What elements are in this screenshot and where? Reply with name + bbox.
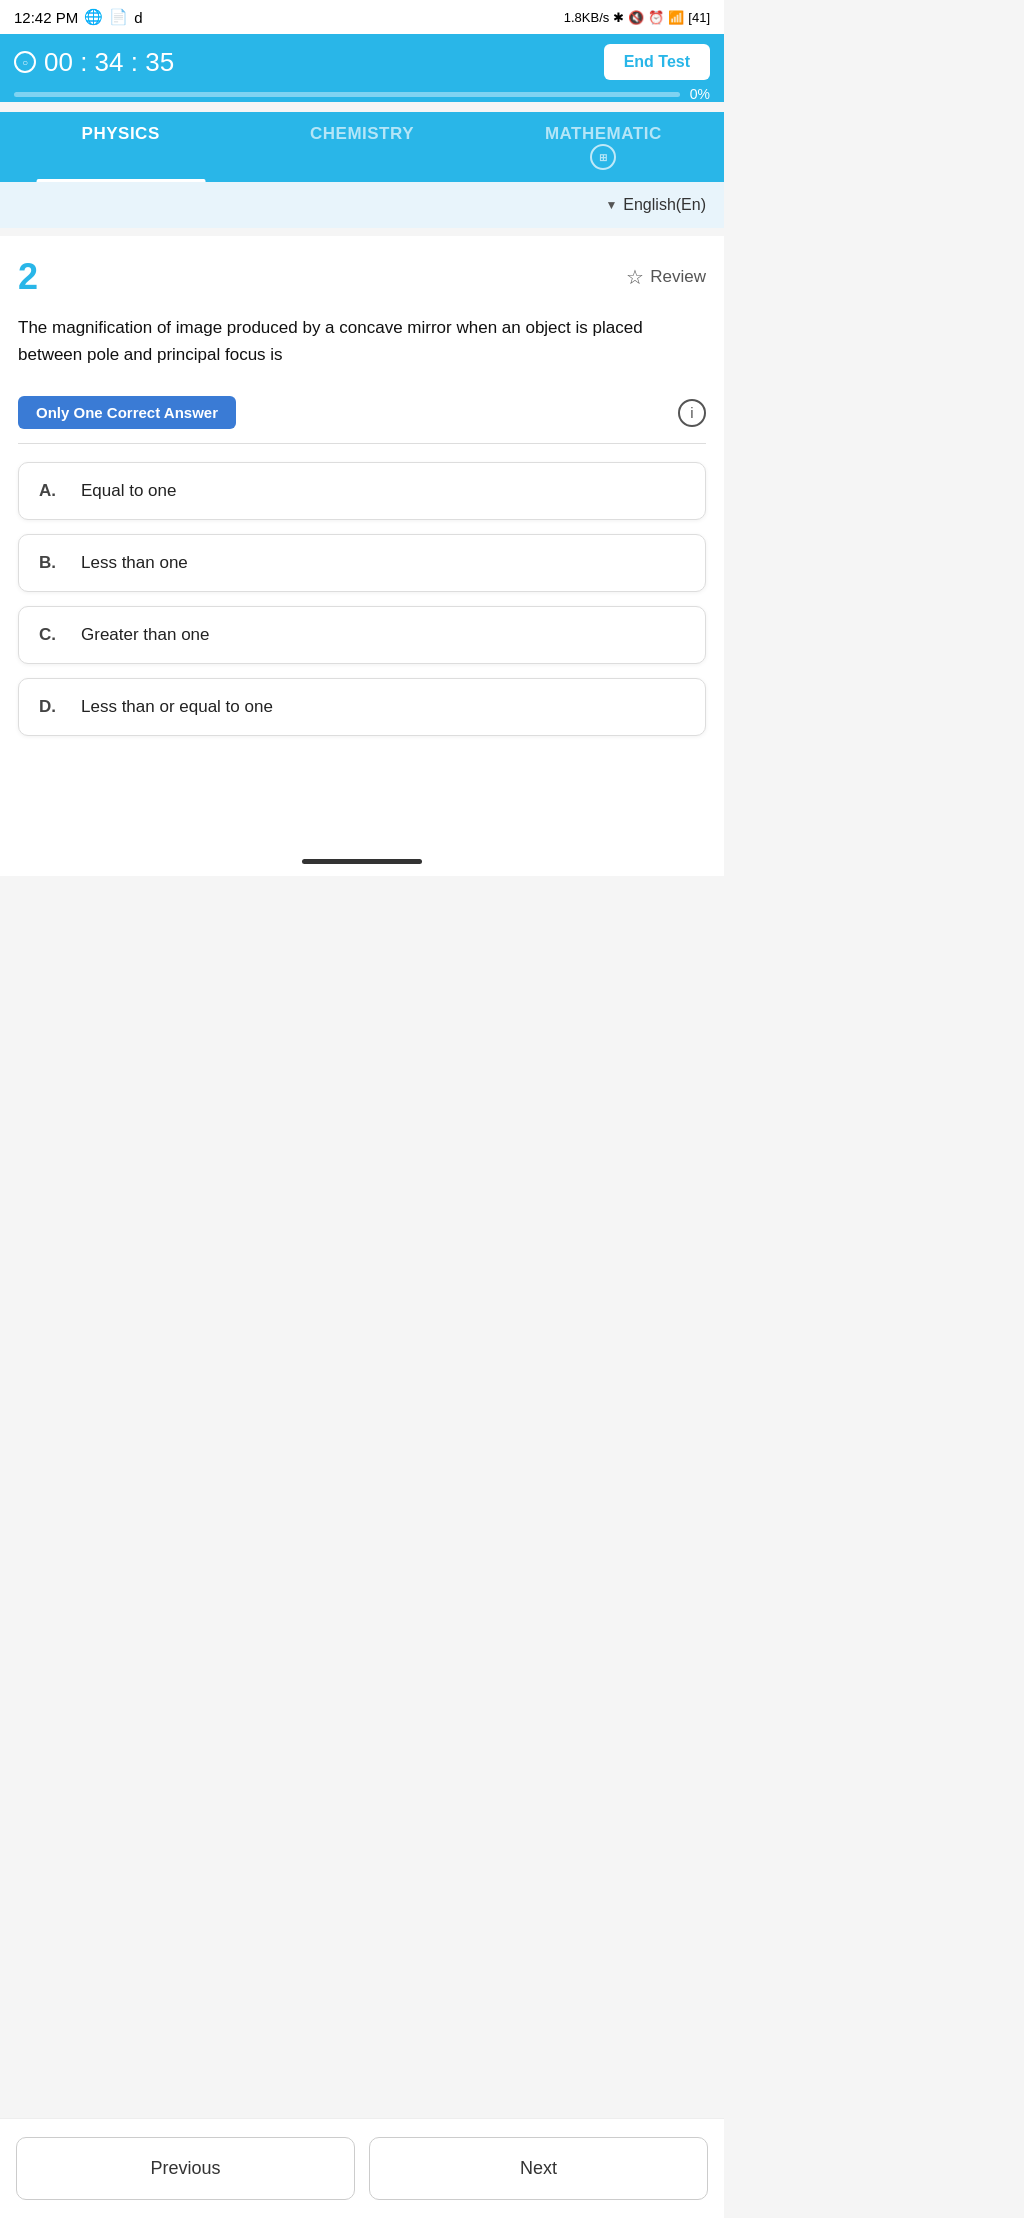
progress-bar-background	[14, 92, 680, 97]
signal-icon: 📶	[668, 10, 684, 25]
battery-icon: [41]	[688, 10, 710, 25]
chevron-down-icon: ▼	[605, 198, 617, 212]
d-indicator: d	[134, 9, 142, 26]
end-test-button[interactable]: End Test	[604, 44, 710, 80]
tab-chemistry-label: CHEMISTRY	[310, 124, 414, 143]
grid-icon: ⊞	[590, 144, 616, 170]
options-list: A. Equal to one B. Less than one C. Grea…	[18, 462, 706, 766]
language-selector[interactable]: ▼ English(En)	[605, 196, 706, 214]
spacer	[18, 766, 706, 826]
option-b-label: B.	[39, 553, 65, 573]
tab-physics[interactable]: PHYSICS	[0, 112, 241, 182]
option-b[interactable]: B. Less than one	[18, 534, 706, 592]
language-label: English(En)	[623, 196, 706, 214]
subject-tabs: PHYSICS CHEMISTRY MATHEMATIC ⊞	[0, 112, 724, 182]
tab-physics-label: PHYSICS	[82, 124, 160, 143]
network-speed: 1.8KB/s	[564, 10, 610, 25]
option-d[interactable]: D. Less than or equal to one	[18, 678, 706, 736]
option-c-label: C.	[39, 625, 65, 645]
option-c-text: Greater than one	[81, 625, 210, 645]
bluetooth-icon: ✱	[613, 10, 624, 25]
mute-icon: 🔇	[628, 10, 644, 25]
home-bar	[302, 859, 422, 864]
tab-mathematics[interactable]: MATHEMATIC ⊞	[483, 112, 724, 182]
option-a-label: A.	[39, 481, 65, 501]
tab-chemistry[interactable]: CHEMISTRY	[241, 112, 482, 182]
question-area: 2 ☆ Review The magnification of image pr…	[0, 236, 724, 846]
option-c[interactable]: C. Greater than one	[18, 606, 706, 664]
timer-row: ○ 00 : 34 : 35 End Test	[14, 44, 710, 80]
option-b-text: Less than one	[81, 553, 188, 573]
status-left: 12:42 PM 🌐 📄 d	[14, 8, 143, 26]
time-display: 12:42 PM	[14, 9, 78, 26]
review-label: Review	[650, 267, 706, 287]
progress-percent: 0%	[690, 86, 710, 102]
status-right: 1.8KB/s ✱ 🔇 ⏰ 📶 [41]	[564, 10, 710, 25]
timer-value: 00 : 34 : 35	[44, 47, 174, 78]
doc-icon: 📄	[109, 8, 128, 26]
timer-circle-icon: ○	[14, 51, 36, 73]
bottom-navigation: Previous Next	[0, 2118, 724, 2218]
globe-icon: 🌐	[84, 8, 103, 26]
info-icon[interactable]: i	[678, 399, 706, 427]
previous-button[interactable]: Previous	[16, 2137, 355, 2200]
review-button[interactable]: ☆ Review	[626, 265, 706, 289]
question-text: The magnification of image produced by a…	[18, 314, 706, 368]
tab-mathematics-label: MATHEMATIC	[545, 124, 662, 143]
next-button[interactable]: Next	[369, 2137, 708, 2200]
progress-row: 0%	[14, 86, 710, 102]
question-header: 2 ☆ Review	[18, 256, 706, 298]
timer-display: ○ 00 : 34 : 35	[14, 47, 174, 78]
info-symbol: i	[690, 404, 693, 421]
answer-type-badge: Only One Correct Answer	[18, 396, 236, 429]
option-d-text: Less than or equal to one	[81, 697, 273, 717]
status-bar: 12:42 PM 🌐 📄 d 1.8KB/s ✱ 🔇 ⏰ 📶 [41]	[0, 0, 724, 34]
option-d-label: D.	[39, 697, 65, 717]
divider	[18, 443, 706, 444]
option-a-text: Equal to one	[81, 481, 176, 501]
star-icon: ☆	[626, 265, 644, 289]
alarm-icon: ⏰	[648, 10, 664, 25]
top-header: ○ 00 : 34 : 35 End Test 0%	[0, 34, 724, 102]
option-a[interactable]: A. Equal to one	[18, 462, 706, 520]
question-number: 2	[18, 256, 38, 298]
language-bar: ▼ English(En)	[0, 182, 724, 228]
answer-type-row: Only One Correct Answer i	[18, 396, 706, 429]
home-indicator	[0, 846, 724, 876]
